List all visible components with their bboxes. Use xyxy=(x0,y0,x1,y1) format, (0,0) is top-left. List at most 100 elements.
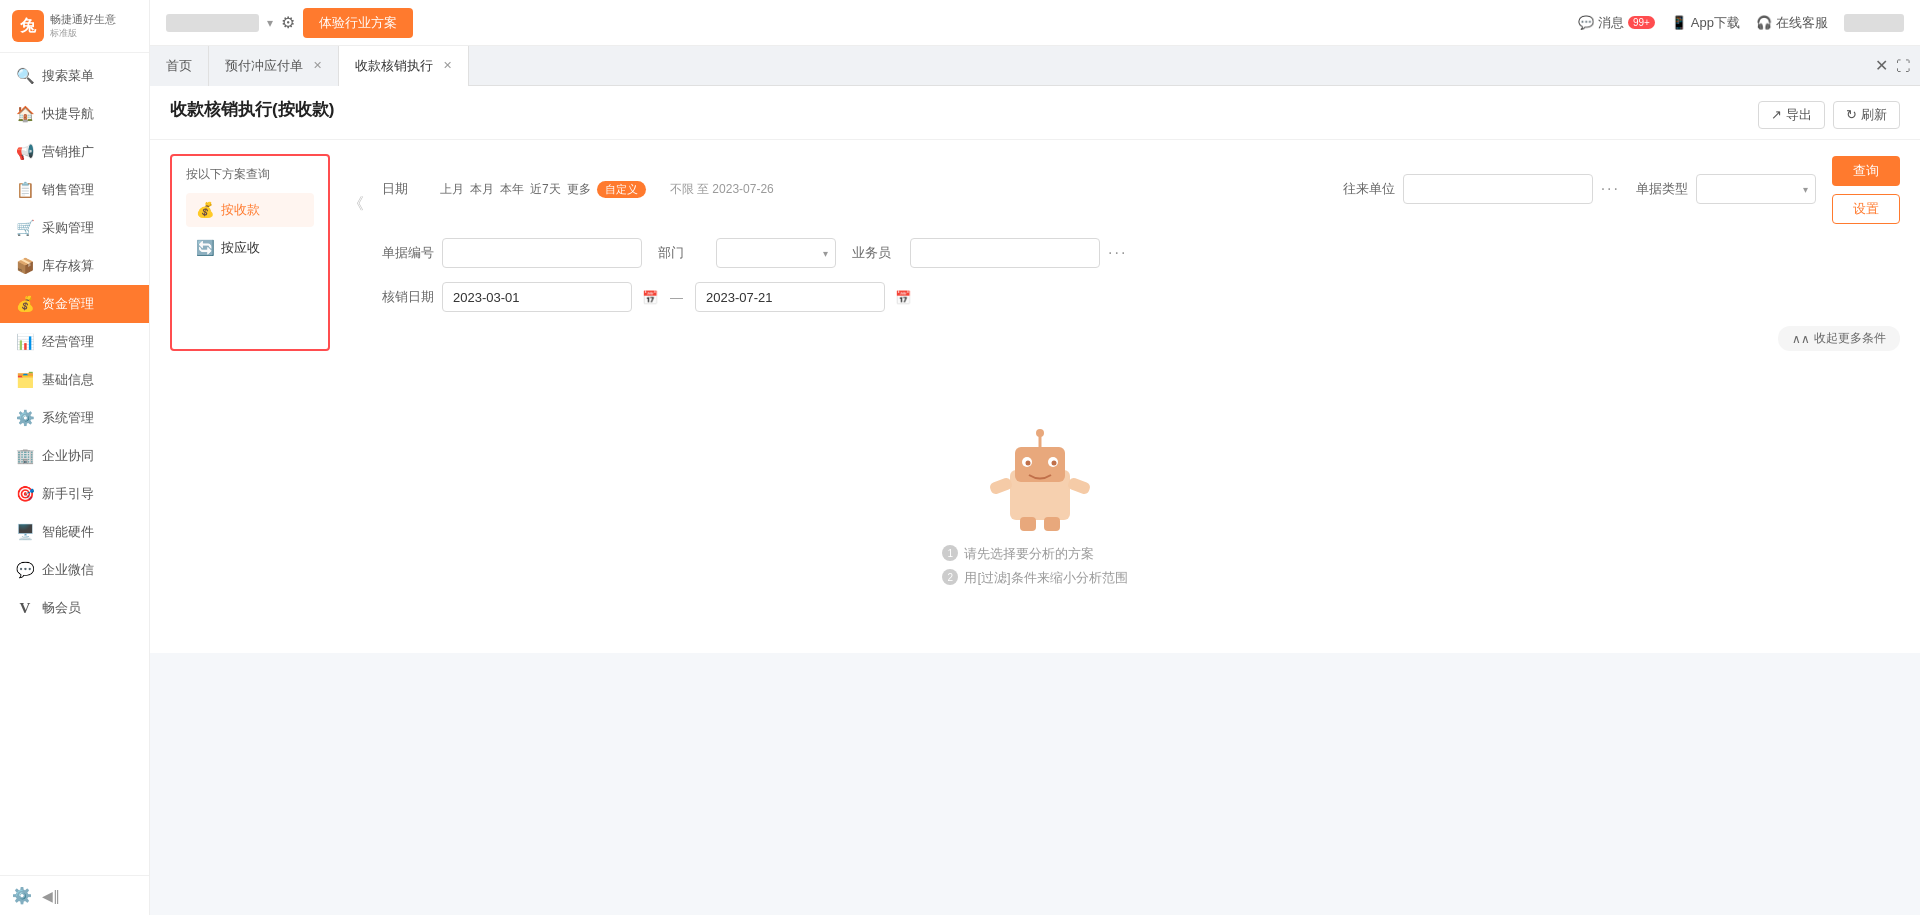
sidebar-item-inventory[interactable]: 📦 库存核算 xyxy=(0,247,149,285)
sidebar-item-basic[interactable]: 🗂️ 基础信息 xyxy=(0,361,149,399)
company-name xyxy=(166,14,259,32)
tab-prepay-close-icon[interactable]: ✕ xyxy=(313,59,322,72)
sidebar-item-purchase[interactable]: 🛒 采购管理 xyxy=(0,209,149,247)
tab-writeoff[interactable]: 收款核销执行 ✕ xyxy=(339,46,469,86)
service-icon: 🎧 xyxy=(1756,15,1772,30)
sidebar-item-hardware[interactable]: 🖥️ 智能硬件 xyxy=(0,513,149,551)
collapse-conditions-btn[interactable]: ∧∧ 收起更多条件 xyxy=(1778,326,1900,351)
date-this-month[interactable]: 本月 xyxy=(470,181,494,198)
enterprise-icon: 🏢 xyxy=(16,447,34,465)
refresh-button[interactable]: ↻ 刷新 xyxy=(1833,101,1900,129)
message-label: 消息 xyxy=(1598,14,1624,32)
staff-more-icon[interactable]: ··· xyxy=(1108,244,1127,262)
box-icon: 📦 xyxy=(16,257,34,275)
calendar-end-icon[interactable]: 📅 xyxy=(895,290,911,305)
dept-filter-item: 部门 ▾ xyxy=(658,238,836,268)
bill-type-select[interactable] xyxy=(1696,174,1816,204)
sidebar-item-operations[interactable]: 📊 经营管理 xyxy=(0,323,149,361)
svg-rect-1 xyxy=(1015,447,1065,482)
app-download-link[interactable]: 📱 App下载 xyxy=(1671,14,1740,32)
settings-button[interactable]: 设置 xyxy=(1832,194,1900,224)
sidebar-item-quick-nav[interactable]: 🏠 快捷导航 xyxy=(0,95,149,133)
sidebar-label-finance: 资金管理 xyxy=(42,295,94,313)
tab-prepay[interactable]: 预付冲应付单 ✕ xyxy=(209,46,339,86)
staff-label: 业务员 xyxy=(852,244,902,262)
sidebar-item-system[interactable]: ⚙️ 系统管理 xyxy=(0,399,149,437)
refresh-icon: ↻ xyxy=(1846,107,1857,122)
filter-wrapper: 按以下方案查询 💰 按收款 🔄 按应收 《 xyxy=(170,154,1900,351)
filter-area: 按以下方案查询 💰 按收款 🔄 按应收 《 xyxy=(150,140,1920,365)
date-more[interactable]: 更多 xyxy=(567,181,591,198)
sidebar-item-wechat[interactable]: 💬 企业微信 xyxy=(0,551,149,589)
writeoff-date-start-input[interactable] xyxy=(442,282,632,312)
tab-prepay-label: 预付冲应付单 xyxy=(225,57,303,75)
svg-rect-9 xyxy=(1067,477,1092,496)
logo-icon: 兔 xyxy=(12,10,44,42)
export-button[interactable]: ↗ 导出 xyxy=(1758,101,1825,129)
export-icon: ↗ xyxy=(1771,107,1782,122)
sidebar-item-finance[interactable]: 💰 资金管理 xyxy=(0,285,149,323)
partner-more-icon[interactable]: ··· xyxy=(1601,180,1620,198)
partner-label: 往来单位 xyxy=(1343,180,1395,198)
tip-text-1: 请先选择要分析的方案 xyxy=(964,545,1094,563)
page-inner: 收款核销执行(按收款) ↗ 导出 ↻ 刷新 按以 xyxy=(150,86,1920,653)
message-btn[interactable]: 💬 消息 99+ xyxy=(1578,14,1655,32)
svg-rect-11 xyxy=(1044,517,1060,531)
settings-bottom-icon[interactable]: ⚙️ xyxy=(12,886,32,905)
collapse-left-icon: 《 xyxy=(348,194,364,215)
expand-icon[interactable]: ⛶ xyxy=(1896,58,1910,74)
online-service-link[interactable]: 🎧 在线客服 xyxy=(1756,14,1828,32)
empty-illustration xyxy=(985,425,1085,525)
writeoff-date-end-input[interactable] xyxy=(695,282,885,312)
date-nolimit: 不限 至 2023-07-26 xyxy=(670,181,774,198)
sidebar-label-sales: 销售管理 xyxy=(42,181,94,199)
guide-icon: 🎯 xyxy=(16,485,34,503)
date-shortcuts: 上月 本月 本年 近7天 更多 自定义 xyxy=(440,181,646,198)
topbar-gear-icon[interactable]: ⚙ xyxy=(281,13,295,32)
sidebar-label-basic: 基础信息 xyxy=(42,371,94,389)
query-button[interactable]: 查询 xyxy=(1832,156,1900,186)
staff-input[interactable] xyxy=(910,238,1100,268)
date-custom-badge[interactable]: 自定义 xyxy=(597,181,646,198)
tab-home[interactable]: 首页 xyxy=(150,46,209,86)
megaphone-icon: 📢 xyxy=(16,143,34,161)
date-this-year[interactable]: 本年 xyxy=(500,181,524,198)
date-filter-item: 日期 上月 本月 本年 近7天 更多 自定义 xyxy=(382,180,646,198)
bill-type-label: 单据类型 xyxy=(1636,180,1688,198)
date-last-month[interactable]: 上月 xyxy=(440,181,464,198)
sidebar-item-member[interactable]: V 畅会员 xyxy=(0,589,149,627)
page-title: 收款核销执行(按收款) xyxy=(170,98,334,131)
tip-text-2: 用[过滤]条件来缩小分析范围 xyxy=(964,569,1127,587)
sidebar-item-search[interactable]: 🔍 搜索菜单 xyxy=(0,57,149,95)
empty-tip-2: 2 用[过滤]条件来缩小分析范围 xyxy=(942,569,1127,587)
dropdown-chevron-icon[interactable]: ▾ xyxy=(267,16,273,30)
sidebar-item-guide[interactable]: 🎯 新手引导 xyxy=(0,475,149,513)
sidebar-item-sales[interactable]: 📋 销售管理 xyxy=(0,171,149,209)
sidebar-label-inventory: 库存核算 xyxy=(42,257,94,275)
close-tab-icon[interactable]: ✕ xyxy=(1875,56,1888,75)
filter-panel-collapse-btn[interactable]: 《 xyxy=(346,174,366,234)
industry-btn[interactable]: 体验行业方案 xyxy=(303,8,413,38)
filter-option-by-receipt[interactable]: 💰 按收款 xyxy=(186,193,314,227)
tab-writeoff-close-icon[interactable]: ✕ xyxy=(443,59,452,72)
bill-no-input[interactable] xyxy=(442,238,642,268)
query-buttons: 查询 设置 xyxy=(1832,154,1900,224)
empty-svg xyxy=(985,425,1095,535)
collapse-sidebar-icon[interactable]: ◀‖ xyxy=(42,888,60,904)
filter-option-receipt-label: 按收款 xyxy=(221,201,260,219)
calendar-start-icon[interactable]: 📅 xyxy=(642,290,658,305)
sidebar-label-member: 畅会员 xyxy=(42,599,81,617)
filter-method-panel: 按以下方案查询 💰 按收款 🔄 按应收 xyxy=(170,154,330,351)
sidebar-item-enterprise[interactable]: 🏢 企业协同 xyxy=(0,437,149,475)
filter-option-by-receivable[interactable]: 🔄 按应收 xyxy=(186,231,314,265)
dept-select[interactable] xyxy=(716,238,836,268)
sidebar-label-hardware: 智能硬件 xyxy=(42,523,94,541)
empty-state: 1 请先选择要分析的方案 2 用[过滤]条件来缩小分析范围 xyxy=(150,365,1920,653)
collapse-up-icon: ∧∧ xyxy=(1792,332,1810,346)
date-7days[interactable]: 近7天 xyxy=(530,181,561,198)
sidebar-item-marketing[interactable]: 📢 营销推广 xyxy=(0,133,149,171)
writeoff-date-label: 核销日期 xyxy=(382,288,434,306)
app-download-label: App下载 xyxy=(1691,14,1740,32)
phone-icon: 📱 xyxy=(1671,15,1687,30)
partner-input[interactable] xyxy=(1403,174,1593,204)
